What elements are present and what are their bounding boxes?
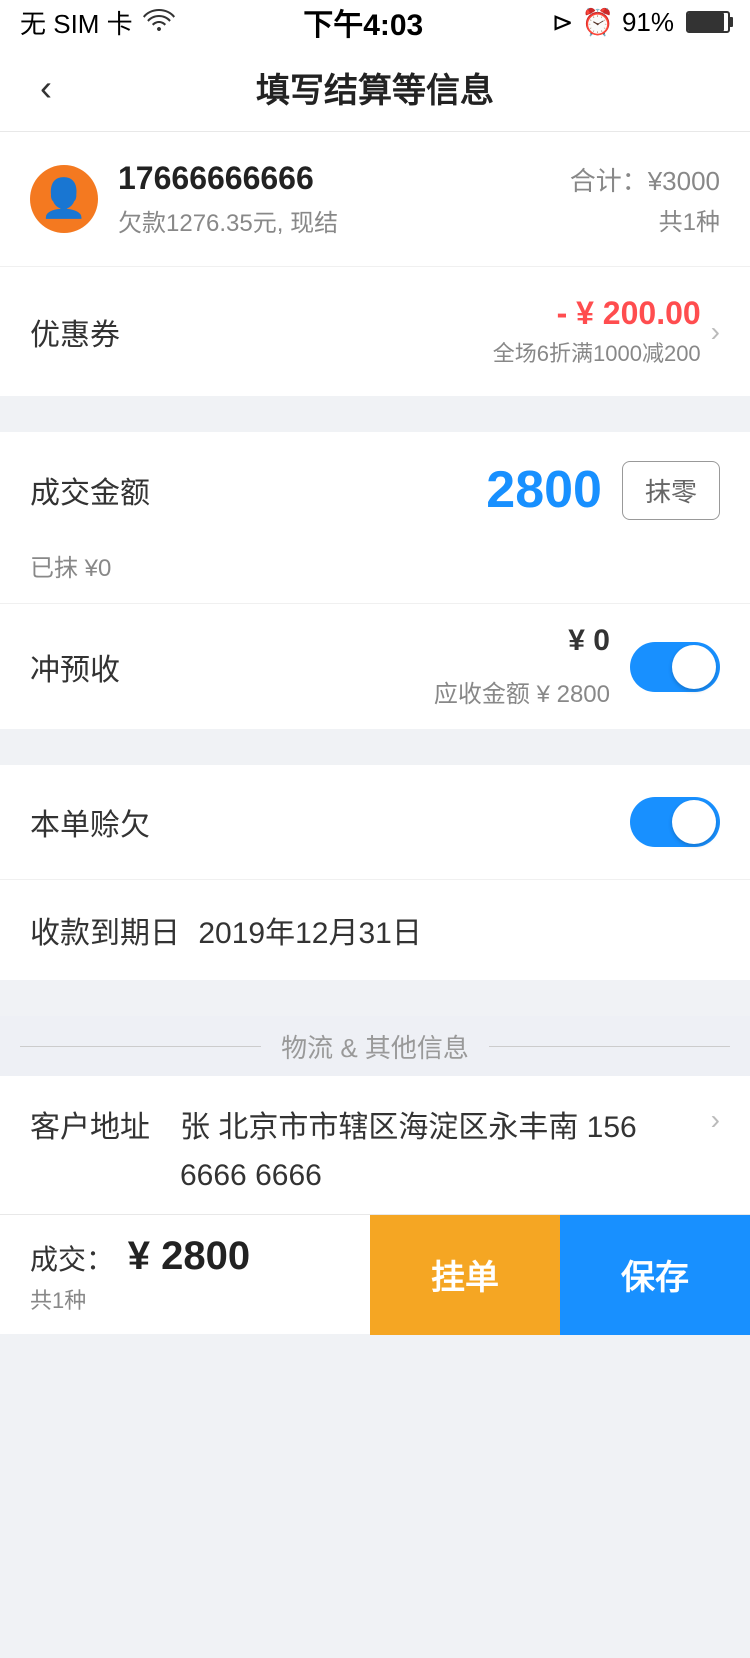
- amount-row: 成交金额 2800 抹零: [0, 432, 750, 548]
- gray-divider-2: [0, 747, 750, 765]
- user-coupon-card: 👤 17666666666 欠款1276.35元, 现结 合计：¥3000 共1…: [0, 132, 750, 396]
- user-phone: 17666666666: [118, 160, 338, 197]
- bendi-toggle-knob: [672, 800, 716, 844]
- status-left: 无 SIM 卡: [20, 4, 175, 41]
- amount-section: 成交金额 2800 抹零 已抹 ¥0 冲预收 ¥ 0 应收金额 ¥ 2800: [0, 432, 750, 729]
- coupon-label: 优惠券: [30, 310, 120, 354]
- bottom-bar: 成交： ¥ 2800 共1种 挂单 保存: [0, 1214, 750, 1334]
- chong-right: ¥ 0 应收金额 ¥ 2800: [434, 624, 610, 709]
- alarm-icon: ⏰: [582, 7, 614, 38]
- nav-bar: ‹ 填写结算等信息: [0, 44, 750, 132]
- address-label: 客户地址: [30, 1104, 150, 1152]
- coupon-row[interactable]: 优惠券 - ¥ 200.00 全场6折满1000减200 ›: [0, 266, 750, 396]
- hang-button[interactable]: 挂单: [370, 1215, 560, 1335]
- user-debt: 欠款1276.35元, 现结: [118, 203, 338, 238]
- bottom-count: 共1种: [30, 1283, 340, 1315]
- logistics-separator: 物流 & 其他信息: [0, 1016, 750, 1076]
- toggle-knob: [672, 645, 716, 689]
- page-title: 填写结算等信息: [256, 63, 494, 112]
- coupon-discount: - ¥ 200.00: [493, 295, 701, 332]
- user-info-text: 17666666666 欠款1276.35元, 现结: [118, 160, 338, 238]
- chong-row: 冲预收 ¥ 0 应收金额 ¥ 2800: [0, 603, 750, 729]
- user-right: 合计：¥3000 共1种: [570, 161, 720, 237]
- status-time: 下午4:03: [303, 0, 423, 44]
- sep-line-left: [20, 1046, 261, 1047]
- address-value: 张 北京市市辖区海淀区永丰南 156 6666 6666: [180, 1104, 711, 1200]
- bendi-label: 本单赊欠: [30, 800, 150, 844]
- bendi-card: 本单赊欠 收款到期日 2019年12月31日: [0, 765, 750, 980]
- user-row: 👤 17666666666 欠款1276.35元, 现结 合计：¥3000 共1…: [0, 132, 750, 266]
- total-count: 共1种: [570, 202, 720, 237]
- content-area: 👤 17666666666 欠款1276.35元, 现结 合计：¥3000 共1…: [0, 132, 750, 1658]
- date-label: 收款到期日: [30, 917, 180, 950]
- round-zero-button[interactable]: 抹零: [622, 461, 720, 520]
- bendi-toggle[interactable]: [630, 797, 720, 847]
- sep-line-right: [489, 1046, 730, 1047]
- amount-sub-text: 已抹 ¥0: [0, 548, 750, 603]
- chevron-right-icon: ›: [711, 316, 720, 348]
- wifi-icon: [143, 7, 175, 38]
- back-button[interactable]: ‹: [30, 57, 62, 119]
- chong-toggle[interactable]: [630, 642, 720, 692]
- amount-value: 2800: [486, 460, 602, 520]
- battery-percentage: 91%: [622, 7, 674, 38]
- chong-amount: ¥ 0: [568, 624, 610, 658]
- user-left: 👤 17666666666 欠款1276.35元, 现结: [30, 160, 338, 238]
- location-icon: ⊳: [552, 7, 574, 38]
- status-bar: 无 SIM 卡 下午4:03 ⊳ ⏰ 91%: [0, 0, 750, 44]
- amount-right: 2800 抹零: [486, 460, 720, 520]
- address-row[interactable]: 客户地址 张 北京市市辖区海淀区永丰南 156 6666 6666 ›: [0, 1076, 750, 1228]
- bendi-row: 本单赊欠: [0, 765, 750, 879]
- bottom-deal-row: 成交： ¥ 2800: [30, 1234, 340, 1279]
- coupon-right: - ¥ 200.00 全场6折满1000减200 ›: [493, 295, 720, 368]
- total-label: 合计：¥3000: [570, 161, 720, 198]
- save-button-label: 保存: [621, 1250, 689, 1299]
- date-row: 收款到期日 2019年12月31日: [0, 879, 750, 980]
- gray-divider-1: [0, 414, 750, 432]
- address-chevron-icon: ›: [711, 1104, 720, 1136]
- avatar-icon: 👤: [40, 177, 87, 221]
- bottom-summary: 成交： ¥ 2800 共1种: [0, 1234, 370, 1315]
- battery-icon: [686, 11, 730, 33]
- status-right: ⊳ ⏰ 91%: [552, 7, 730, 38]
- date-value: 2019年12月31日: [198, 917, 421, 950]
- hang-button-label: 挂单: [431, 1250, 499, 1299]
- coupon-desc: 全场6折满1000减200: [493, 336, 701, 368]
- chong-receivable: 应收金额 ¥ 2800: [434, 674, 610, 709]
- chong-label: 冲预收: [30, 645, 120, 689]
- carrier-text: 无 SIM 卡: [20, 4, 133, 41]
- logistics-label: 物流 & 其他信息: [281, 1028, 469, 1065]
- bottom-deal-label: 成交：: [30, 1244, 114, 1275]
- bottom-deal-amount: ¥ 2800: [128, 1234, 250, 1278]
- gray-divider-3: [0, 998, 750, 1016]
- avatar: 👤: [30, 165, 98, 233]
- amount-label: 成交金额: [30, 468, 150, 512]
- save-button[interactable]: 保存: [560, 1215, 750, 1335]
